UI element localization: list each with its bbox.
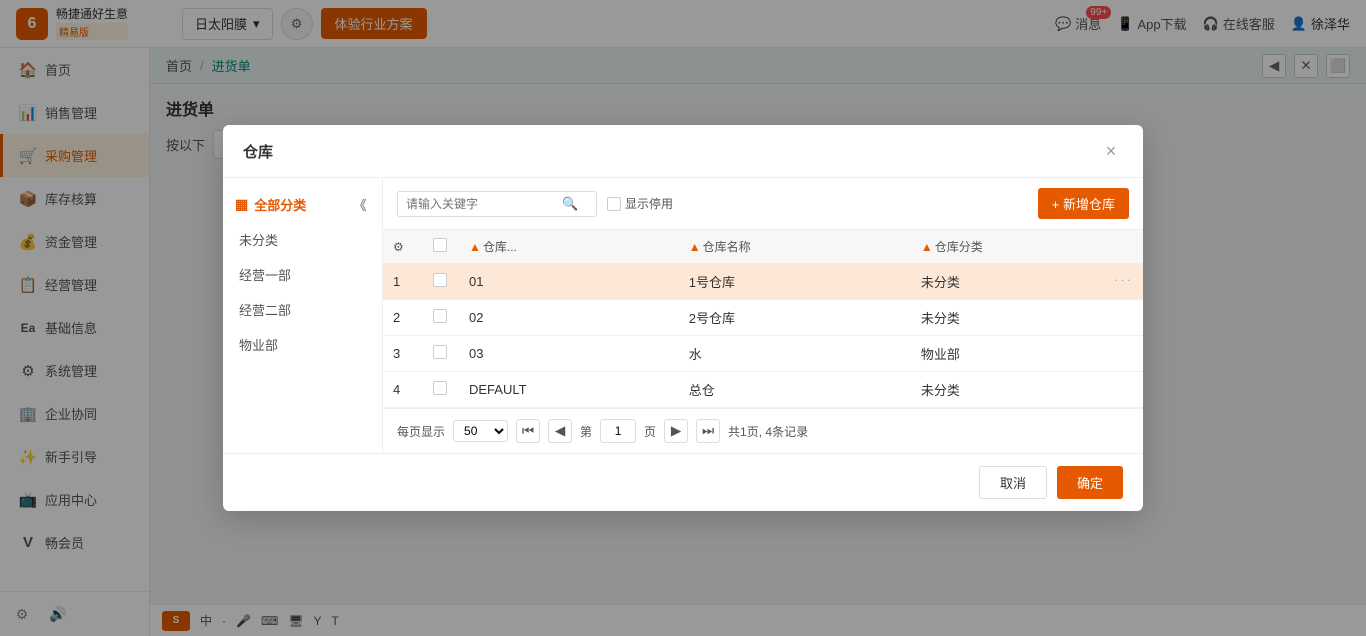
category-all-label: 全部分类 (254, 195, 306, 214)
page-prev-btn[interactable]: ◀ (548, 419, 572, 443)
page-last-btn[interactable]: ⏭ (696, 419, 720, 443)
dialog-title: 仓库 (243, 141, 273, 162)
cell-checkbox[interactable] (423, 372, 459, 408)
category-item-ops1[interactable]: 经营一部 (223, 257, 382, 292)
cancel-button[interactable]: 取消 (979, 466, 1047, 499)
show-disabled-checkbox[interactable] (607, 197, 621, 211)
pagination-bar: 每页显示 50 10 20 100 ⏮ ◀ 第 页 ▶ ⏭ 共1页, 4条记录 (383, 408, 1143, 453)
cell-index: 1 (383, 264, 423, 300)
row-checkbox[interactable] (433, 309, 447, 323)
warehouse-dialog: 仓库 × ▦ 全部分类 《 未分类 经营一部 经营二部 (223, 125, 1143, 511)
th-category: ▲仓库分类 (911, 230, 1143, 264)
page-size-label: 每页显示 (397, 423, 445, 440)
category-item-ops2[interactable]: 经营二部 (223, 292, 382, 327)
row-checkbox[interactable] (433, 345, 447, 359)
cell-name: 水 (679, 336, 911, 372)
search-input-wrap: 🔍 (397, 191, 597, 217)
page-label: 第 (580, 423, 592, 440)
table-toolbar: 🔍 显示停用 + 新增仓库 (383, 178, 1143, 230)
cell-code: 01 (459, 264, 679, 300)
table-row[interactable]: 3 03 水 物业部 (383, 336, 1143, 372)
cell-code: 02 (459, 300, 679, 336)
table-row[interactable]: 1 01 1号仓库 未分类··· (383, 264, 1143, 300)
table-row[interactable]: 4 DEFAULT 总仓 未分类 (383, 372, 1143, 408)
cell-category: 未分类 (911, 300, 1143, 336)
search-icon[interactable]: 🔍 (562, 196, 578, 212)
cell-code: DEFAULT (459, 372, 679, 408)
cell-index: 3 (383, 336, 423, 372)
new-warehouse-button[interactable]: + 新增仓库 (1038, 188, 1129, 219)
header-checkbox[interactable] (433, 238, 447, 252)
cell-name: 1号仓库 (679, 264, 911, 300)
dialog-body: ▦ 全部分类 《 未分类 经营一部 经营二部 物业部 (223, 178, 1143, 453)
row-checkbox[interactable] (433, 273, 447, 287)
cell-name: 2号仓库 (679, 300, 911, 336)
table-header-row: ⚙ ▲仓库... ▲仓库名称 ▲仓库分类 (383, 230, 1143, 264)
search-input[interactable] (406, 197, 556, 211)
cell-index: 2 (383, 300, 423, 336)
table-row[interactable]: 2 02 2号仓库 未分类 (383, 300, 1143, 336)
confirm-button[interactable]: 确定 (1057, 466, 1123, 499)
show-disabled-wrap: 显示停用 (607, 195, 673, 212)
cell-index: 4 (383, 372, 423, 408)
cell-category: 物业部 (911, 336, 1143, 372)
total-info: 共1页, 4条记录 (728, 423, 808, 440)
collapse-icon[interactable]: 《 (350, 194, 370, 214)
th-checkbox (423, 230, 459, 264)
category-item-property[interactable]: 物业部 (223, 327, 382, 362)
cell-code: 03 (459, 336, 679, 372)
show-disabled-label: 显示停用 (625, 195, 673, 212)
gear-header-icon: ⚙ (393, 240, 404, 254)
table-panel: 🔍 显示停用 + 新增仓库 ⚙ (383, 178, 1143, 453)
cell-category: 未分类 (911, 372, 1143, 408)
page-number-input[interactable] (600, 419, 636, 443)
dialog-header: 仓库 × (223, 125, 1143, 178)
th-name: ▲仓库名称 (679, 230, 911, 264)
row-checkbox[interactable] (433, 381, 447, 395)
page-next-btn[interactable]: ▶ (664, 419, 688, 443)
cell-checkbox[interactable] (423, 264, 459, 300)
dialog-close-button[interactable]: × (1099, 139, 1123, 163)
category-all-header[interactable]: ▦ 全部分类 《 (223, 186, 382, 222)
page-first-btn[interactable]: ⏮ (516, 419, 540, 443)
th-gear: ⚙ (383, 230, 423, 264)
data-table: ⚙ ▲仓库... ▲仓库名称 ▲仓库分类 1 01 1号仓库 未分类··· 2 (383, 230, 1143, 408)
cell-checkbox[interactable] (423, 300, 459, 336)
grid-icon: ▦ (235, 196, 248, 213)
row-action-dots[interactable]: ··· (1114, 272, 1133, 287)
cell-name: 总仓 (679, 372, 911, 408)
category-panel: ▦ 全部分类 《 未分类 经营一部 经营二部 物业部 (223, 178, 383, 453)
cell-checkbox[interactable] (423, 336, 459, 372)
dialog-footer: 取消 确定 (223, 453, 1143, 511)
warehouse-table: ⚙ ▲仓库... ▲仓库名称 ▲仓库分类 1 01 1号仓库 未分类··· 2 (383, 230, 1143, 408)
dialog-overlay[interactable]: 仓库 × ▦ 全部分类 《 未分类 经营一部 经营二部 (0, 0, 1366, 636)
page-size-select[interactable]: 50 10 20 100 (453, 420, 508, 442)
category-item-unclassified[interactable]: 未分类 (223, 222, 382, 257)
page-unit: 页 (644, 423, 656, 440)
th-code: ▲仓库... (459, 230, 679, 264)
cell-category: 未分类··· (911, 264, 1143, 300)
